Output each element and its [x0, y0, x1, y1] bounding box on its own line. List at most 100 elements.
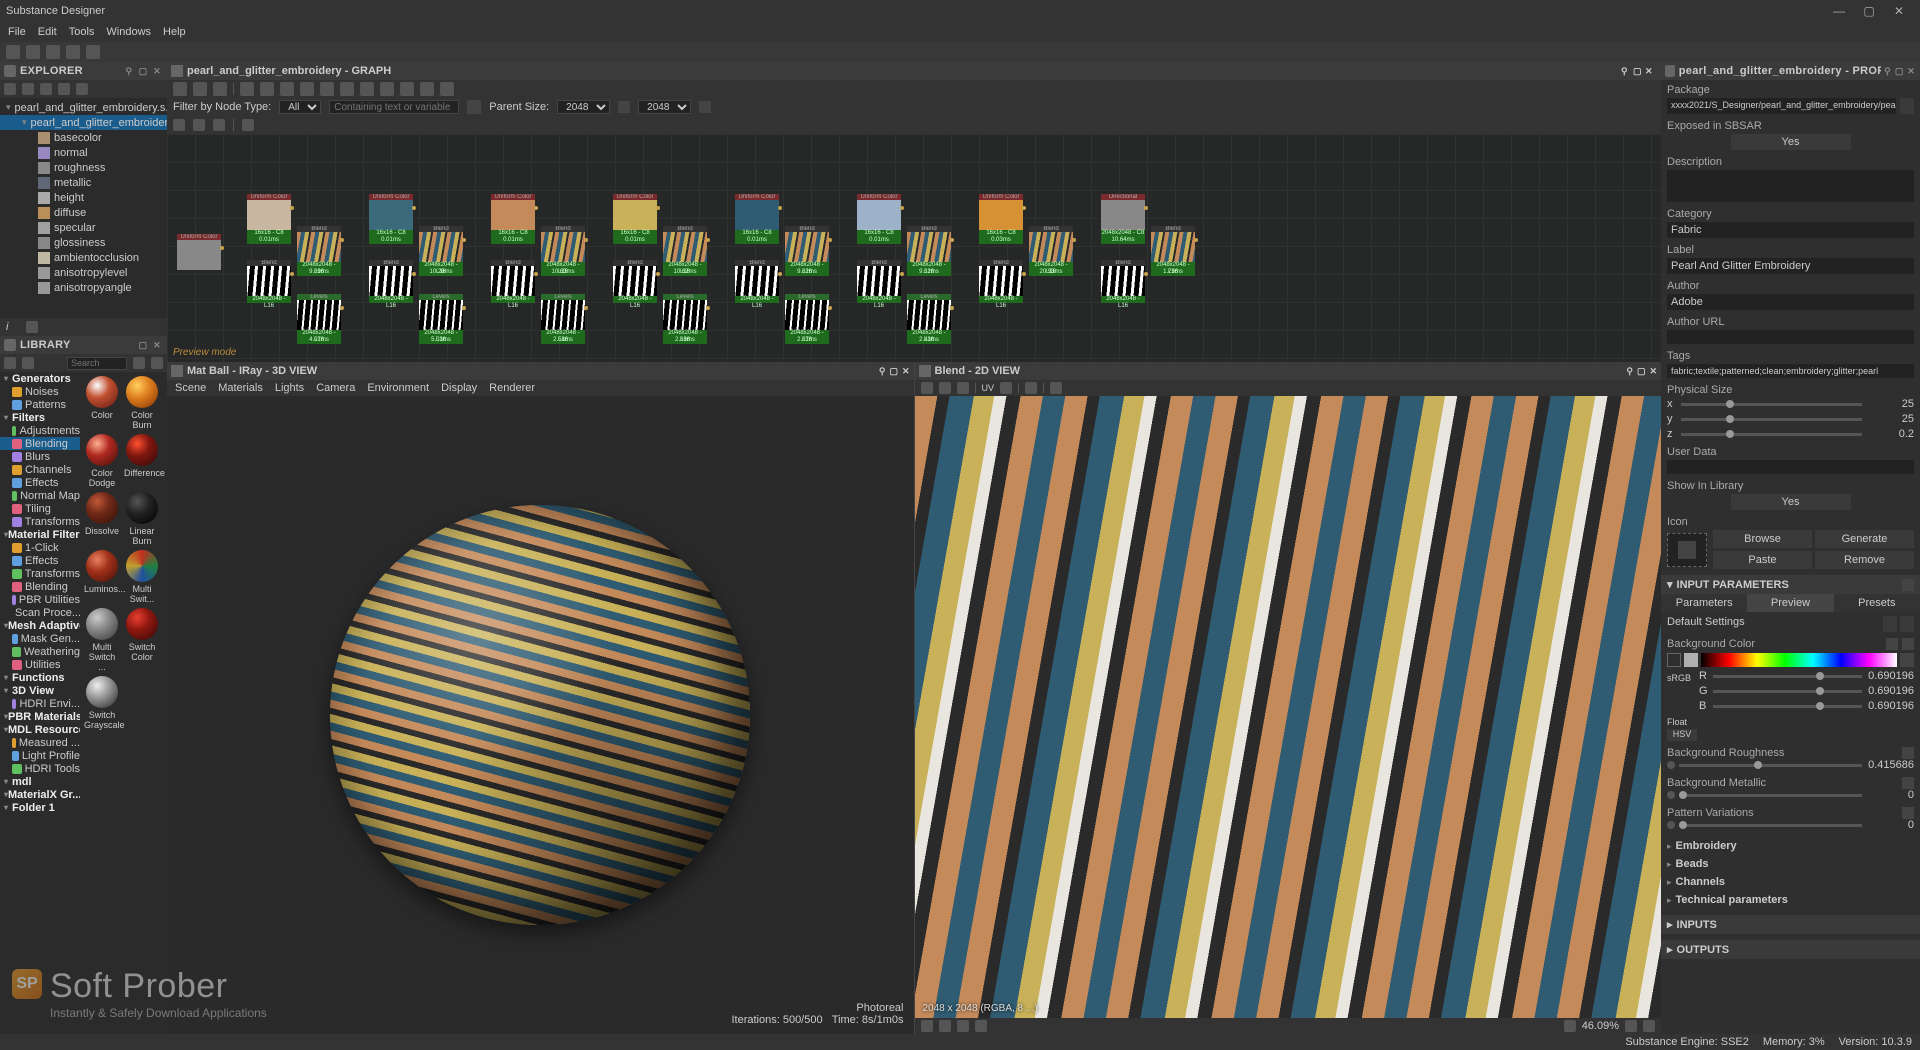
filter-text-input[interactable]	[329, 100, 459, 114]
lib-cat-mdl-resources[interactable]: ▾MDL Resources	[0, 723, 80, 736]
tree-output-glossiness[interactable]: glossiness	[0, 235, 167, 250]
v3d-environment[interactable]: Environment	[367, 382, 429, 394]
link-icon[interactable]	[40, 83, 52, 95]
v3d-renderer[interactable]: Renderer	[489, 382, 535, 394]
node-blend-3[interactable]: Blend2048x2048 - L1610.62ms	[663, 226, 707, 276]
panel-pin-icon[interactable]: ⚲	[123, 65, 135, 77]
gt-grid-icon[interactable]	[300, 82, 314, 96]
tab-preview[interactable]: Preview	[1747, 594, 1833, 612]
lib-item-difference[interactable]: Difference	[124, 434, 160, 488]
pvar-slider[interactable]	[1679, 824, 1862, 827]
parent-link-icon[interactable]	[618, 101, 630, 113]
color-gradient[interactable]	[1701, 653, 1897, 667]
gt-pen-icon[interactable]	[380, 82, 394, 96]
phys-z-slider[interactable]	[1681, 433, 1862, 436]
node-mask-4[interactable]: Blend2048x2048 - L16	[735, 260, 779, 303]
v2d-zoomin-icon[interactable]	[1625, 1020, 1637, 1032]
go-play-icon[interactable]	[242, 119, 254, 131]
authorurl-value[interactable]	[1667, 330, 1914, 344]
node-blend-0[interactable]: Blend2048x2048 - L169.89ms	[297, 226, 341, 276]
lib-cat-transforms[interactable]: Transforms	[0, 567, 80, 580]
v2d-zoomout-icon[interactable]	[1564, 1020, 1576, 1032]
phys-z-value[interactable]: 0.2	[1866, 428, 1914, 440]
label-value[interactable]: Pearl And Glitter Embroidery	[1667, 258, 1914, 274]
v3d-camera[interactable]: Camera	[316, 382, 355, 394]
window-maximize[interactable]: ▢	[1854, 4, 1884, 18]
bgcolor-picker-icon[interactable]	[1886, 638, 1898, 650]
lib-cat-utilities[interactable]: Utilities	[0, 658, 80, 671]
node-mask-2[interactable]: Blend2048x2048 - L16	[491, 260, 535, 303]
tree-package[interactable]: ▾ pearl_and_glitter_embroidery.s...	[0, 100, 167, 115]
lib-item-color-dodge[interactable]: Color Dodge	[84, 434, 120, 488]
go-info-icon[interactable]	[193, 119, 205, 131]
v2d-a-icon[interactable]	[975, 1020, 987, 1032]
graph-pin-icon[interactable]: ⚲	[1621, 66, 1633, 77]
rgb-G-slider[interactable]	[1713, 690, 1862, 693]
gt-frame-icon[interactable]	[400, 82, 414, 96]
phys-y-value[interactable]: 25	[1866, 413, 1914, 425]
node-mask-0[interactable]: Blend2048x2048 - L16	[247, 260, 291, 303]
lib-cat-measured-[interactable]: Measured ...	[0, 736, 80, 749]
rgb-B-value[interactable]: 0.690196	[1866, 700, 1914, 712]
lib-cat-functions[interactable]: ▾Functions	[0, 671, 80, 684]
lib-cat-folder-[interactable]: ▾Folder 1	[0, 801, 80, 814]
view3d-viewport[interactable]: Photoreal Iterations: 500/500 Time: 8s/1…	[167, 396, 914, 1034]
menu-edit[interactable]: Edit	[38, 26, 57, 38]
lib-cat--d-view[interactable]: ▾3D View	[0, 684, 80, 697]
lib-cat-pbr-utilities[interactable]: PBR Utilities	[0, 593, 80, 606]
group-embroidery[interactable]: ▸Embroidery	[1667, 837, 1914, 855]
hsv-button[interactable]: HSV	[1667, 729, 1697, 741]
v3d-display[interactable]: Display	[441, 382, 477, 394]
graph-close-icon[interactable]: ✕	[1645, 66, 1657, 77]
node-uniform-color-2[interactable]: Uniform Color16x16 - C80.01ms	[491, 194, 535, 244]
node-levels-4[interactable]: Levels2048x2048 - L162.87ms	[785, 294, 829, 344]
color-swatch-2[interactable]	[1684, 653, 1698, 667]
prop-pin-icon[interactable]: ⚲	[1883, 65, 1893, 77]
go-group-icon[interactable]	[213, 119, 225, 131]
node-uniform-color-7[interactable]: Directional Blend2048x2048 - C810.64ms	[1101, 194, 1145, 244]
phys-x-value[interactable]: 25	[1866, 398, 1914, 410]
input-parameters-header[interactable]: ▾INPUT PARAMETERS	[1661, 575, 1920, 594]
menu-file[interactable]: File	[8, 26, 26, 38]
icon-remove-button[interactable]: Remove	[1815, 551, 1914, 569]
lib-cat-effects[interactable]: Effects	[0, 554, 80, 567]
gt-select-icon[interactable]	[260, 82, 274, 96]
bgmet-reset-icon[interactable]	[1902, 777, 1914, 789]
view2d-max-icon[interactable]: ▢	[1637, 366, 1646, 377]
graph-max-icon[interactable]: ▢	[1633, 66, 1645, 77]
node-mask-5[interactable]: Blend2048x2048 - L16	[857, 260, 901, 303]
tree-output-anisotropyangle[interactable]: anisotropyangle	[0, 280, 167, 295]
node-mask-1[interactable]: Blend2048x2048 - L16	[369, 260, 413, 303]
bgrough-reset-icon[interactable]	[1902, 747, 1914, 759]
bgrough-value[interactable]: 0.415686	[1866, 759, 1914, 771]
lib-cat-light-profile[interactable]: Light Profile	[0, 749, 80, 762]
lib-cat-tiling[interactable]: Tiling	[0, 502, 80, 515]
node-levels-3[interactable]: Levels2048x2048 - L162.69ms	[663, 294, 707, 344]
rgb-G-value[interactable]: 0.690196	[1866, 685, 1914, 697]
view2d-close-icon[interactable]: ✕	[1649, 366, 1657, 377]
panel-close-icon[interactable]: ✕	[151, 65, 163, 77]
parent-h-select[interactable]: 2048	[638, 100, 691, 114]
gt-zoom-icon[interactable]	[240, 82, 254, 96]
tree-output-normal[interactable]: normal	[0, 145, 167, 160]
v3d-materials[interactable]: Materials	[218, 382, 263, 394]
lib-item-multi-swit-[interactable]: Multi Swit...	[124, 550, 160, 604]
node-levels-2[interactable]: Levels2048x2048 - L162.58ms	[541, 294, 585, 344]
tree-output-diffuse[interactable]: diffuse	[0, 205, 167, 220]
menu-help[interactable]: Help	[163, 26, 186, 38]
view2d-viewport[interactable]: 2048 x 2048 (RGBA, 8 ...)	[915, 396, 1662, 1018]
lib-cat-pbr-materials[interactable]: ▾PBR Materials	[0, 710, 80, 723]
phys-y-slider[interactable]	[1681, 418, 1862, 421]
outputs-header[interactable]: ▸OUTPUTS	[1661, 940, 1920, 959]
open-icon[interactable]	[22, 83, 34, 95]
lib-cat-generators[interactable]: ▾Generators	[0, 372, 80, 385]
gt-refresh-icon[interactable]	[193, 82, 207, 96]
inputparams-menu-icon[interactable]	[1902, 579, 1914, 591]
tree-output-anisotropylevel[interactable]: anisotropylevel	[0, 265, 167, 280]
gt-bounds-icon[interactable]	[420, 82, 434, 96]
export-icon[interactable]	[58, 83, 70, 95]
prop-close-icon[interactable]: ✕	[1906, 65, 1916, 77]
lib-cat-hdri-envi-[interactable]: HDRI Envi...	[0, 697, 80, 710]
menu-windows[interactable]: Windows	[106, 26, 151, 38]
lib-item-luminos-[interactable]: Luminos...	[84, 550, 120, 604]
